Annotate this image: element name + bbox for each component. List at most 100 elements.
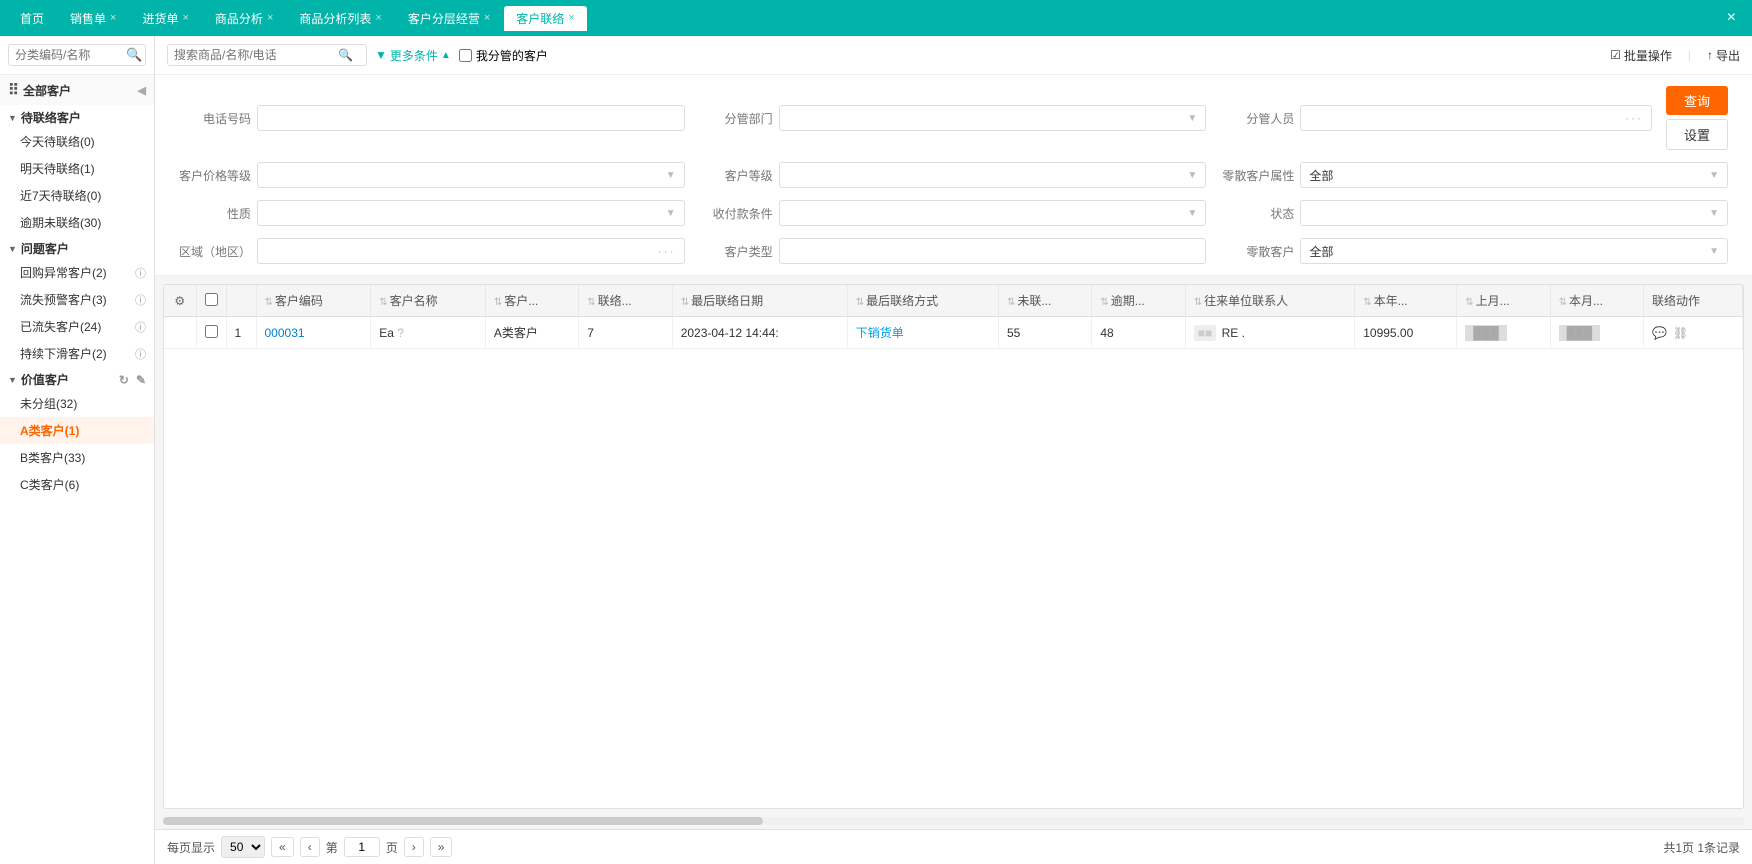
col-overdue[interactable]: ⇅逾期... — [1092, 285, 1185, 317]
action-message-icon[interactable]: 💬 — [1652, 326, 1667, 340]
batch-btn[interactable]: ☑ 批量操作 — [1610, 47, 1672, 64]
col-unit-contact[interactable]: ⇅往来单位联系人 — [1185, 285, 1354, 317]
sidebar-item-repurchase[interactable]: 回购异常客户(2) ⓘ — [0, 259, 154, 286]
retail-customer-select[interactable]: 全部 ▼ — [1300, 238, 1728, 264]
scroll-thumb[interactable] — [163, 817, 763, 825]
sidebar-item-class-b[interactable]: B类客户(33) — [0, 444, 154, 471]
row-last-method[interactable]: 下销货单 — [847, 317, 998, 349]
table-row: 1 000031 Ea ? A类客户 7 2023-04-12 14:44: 下… — [164, 317, 1743, 349]
filter-more-btn[interactable]: ▼ 更多条件 ▲ — [375, 47, 451, 64]
sidebar-group-pending[interactable]: ▼ 待联络客户 — [0, 105, 154, 128]
close-customer-contact-tab[interactable]: × — [568, 12, 574, 24]
action-link-icon[interactable]: ⛓ — [1673, 326, 1688, 340]
col-type[interactable]: ⇅客户... — [485, 285, 578, 317]
sidebar-item-class-a[interactable]: A类客户(1) — [0, 417, 154, 444]
nav-tab-customer-contact[interactable]: 客户联络 × — [504, 6, 586, 31]
my-customers-checkbox[interactable] — [459, 49, 472, 62]
row-check[interactable] — [196, 317, 226, 349]
sidebar-item-7days[interactable]: 近7天待联络(0) — [0, 182, 154, 209]
col-last-date[interactable]: ⇅最后联络日期 — [672, 285, 847, 317]
sidebar-group-value[interactable]: ▼ 价值客户 ↻ ✎ — [0, 367, 154, 390]
dept-label: 分管部门 — [701, 110, 773, 127]
sidebar-item-unclassified[interactable]: 未分组(32) — [0, 390, 154, 417]
dept-select[interactable]: ▼ — [779, 105, 1207, 131]
col-this-month[interactable]: ⇅本月... — [1550, 285, 1643, 317]
sidebar-collapse-icon[interactable]: ◀ — [138, 84, 146, 97]
tri-icon-pending: ▼ — [8, 113, 17, 123]
sidebar-item-class-c[interactable]: C类客户(6) — [0, 471, 154, 498]
status-select[interactable]: ▼ — [1300, 200, 1728, 226]
row-code[interactable]: 000031 — [256, 317, 371, 349]
col-this-year[interactable]: ⇅本年... — [1355, 285, 1457, 317]
nav-tab-home[interactable]: 首页 — [8, 6, 56, 31]
col-last-method[interactable]: ⇅最后联络方式 — [847, 285, 998, 317]
sidebar-group-problem[interactable]: ▼ 问题客户 — [0, 236, 154, 259]
retail-attr-select[interactable]: 全部 ▼ — [1300, 162, 1728, 188]
refresh-icon[interactable]: ↻ — [119, 373, 129, 387]
col-no-contact[interactable]: ⇅未联... — [998, 285, 1091, 317]
col-gear[interactable]: ⚙ — [164, 285, 196, 317]
col-last-month[interactable]: ⇅上月... — [1457, 285, 1550, 317]
col-code[interactable]: ⇅客户编码 — [256, 285, 371, 317]
sidebar-item-churn-warn[interactable]: 流失预警客户(3) ⓘ — [0, 286, 154, 313]
sidebar-item-tomorrow[interactable]: 明天待联络(1) — [0, 155, 154, 182]
region-input[interactable]: ··· — [257, 238, 685, 264]
row-actions[interactable]: 💬 ⛓ — [1644, 317, 1743, 349]
nav-tab-sales[interactable]: 销售单 × — [58, 6, 128, 31]
price-grade-select[interactable]: ▼ — [257, 162, 685, 188]
export-btn[interactable]: ↑ 导出 — [1707, 47, 1740, 64]
row-checkbox[interactable] — [205, 325, 218, 338]
customer-type-label: 客户类型 — [701, 243, 773, 260]
close-sales-tab[interactable]: × — [110, 12, 116, 24]
filter-search-icon[interactable]: 🔍 — [338, 48, 353, 62]
first-page-btn[interactable]: « — [271, 837, 294, 857]
nav-tab-analysis[interactable]: 商品分析 × — [203, 6, 285, 31]
batch-label: 批量操作 — [1624, 47, 1672, 64]
pagination-bar: 每页显示 50 « ‹ 第 页 › » 共1页 1条记录 — [155, 829, 1752, 864]
settings-button[interactable]: 设置 — [1666, 119, 1728, 150]
sidebar-item-declining[interactable]: 持续下滑客户(2) ⓘ — [0, 340, 154, 367]
manager-input[interactable]: ··· — [1300, 105, 1652, 131]
my-customers-filter[interactable]: 我分管的客户 — [459, 47, 548, 64]
prev-page-btn[interactable]: ‹ — [300, 837, 320, 857]
filter-retail-customer: 零散客户 全部 ▼ — [1214, 235, 1736, 267]
close-customer-seg-tab[interactable]: × — [484, 12, 490, 24]
close-analysis-list-tab[interactable]: × — [375, 12, 381, 24]
sidebar-search-icon[interactable]: 🔍 — [126, 47, 142, 63]
last-page-btn[interactable]: » — [430, 837, 453, 857]
region-dots: ··· — [658, 244, 676, 258]
top-close-button[interactable]: × — [1719, 9, 1744, 27]
check-all-checkbox[interactable] — [205, 293, 218, 306]
sidebar-item-churned[interactable]: 已流失客户(24) ⓘ — [0, 313, 154, 340]
customer-grade-select[interactable]: ▼ — [779, 162, 1207, 188]
filter-dept: 分管部门 ▼ — [693, 83, 1215, 153]
nature-caret: ▼ — [666, 208, 676, 219]
close-purchase-tab[interactable]: × — [182, 12, 188, 24]
close-analysis-tab[interactable]: × — [267, 12, 273, 24]
payment-select[interactable]: ▼ — [779, 200, 1207, 226]
nav-tab-purchase[interactable]: 进货单 × — [130, 6, 200, 31]
horizontal-scrollbar[interactable] — [163, 817, 1744, 825]
phone-input[interactable] — [257, 105, 685, 131]
filter-search-input[interactable] — [174, 48, 334, 62]
col-name[interactable]: ⇅客户名称 — [371, 285, 486, 317]
page-number-input[interactable] — [344, 837, 380, 857]
sidebar-all-customers[interactable]: ⠿ 全部客户 ◀ — [0, 75, 154, 105]
customer-type-input[interactable] — [779, 238, 1207, 264]
col-check-all[interactable] — [196, 285, 226, 317]
nav-tab-customer-seg[interactable]: 客户分层经营 × — [396, 6, 502, 31]
sidebar-item-overdue[interactable]: 逾期未联络(30) — [0, 209, 154, 236]
edit-icon[interactable]: ✎ — [136, 373, 146, 387]
col-contact[interactable]: ⇅联络... — [579, 285, 672, 317]
next-page-btn[interactable]: › — [404, 837, 424, 857]
sidebar-item-today[interactable]: 今天待联络(0) — [0, 128, 154, 155]
nav-tab-analysis-list[interactable]: 商品分析列表 × — [287, 6, 393, 31]
retail-customer-caret: ▼ — [1709, 246, 1719, 257]
row-this-month: ███ — [1550, 317, 1643, 349]
retail-attr-caret: ▼ — [1709, 170, 1719, 181]
more-filters-label: 更多条件 — [390, 47, 438, 64]
nature-select[interactable]: ▼ — [257, 200, 685, 226]
query-button[interactable]: 查询 — [1666, 86, 1728, 115]
row-name[interactable]: Ea ? — [371, 317, 486, 349]
per-page-select[interactable]: 50 — [221, 836, 265, 858]
